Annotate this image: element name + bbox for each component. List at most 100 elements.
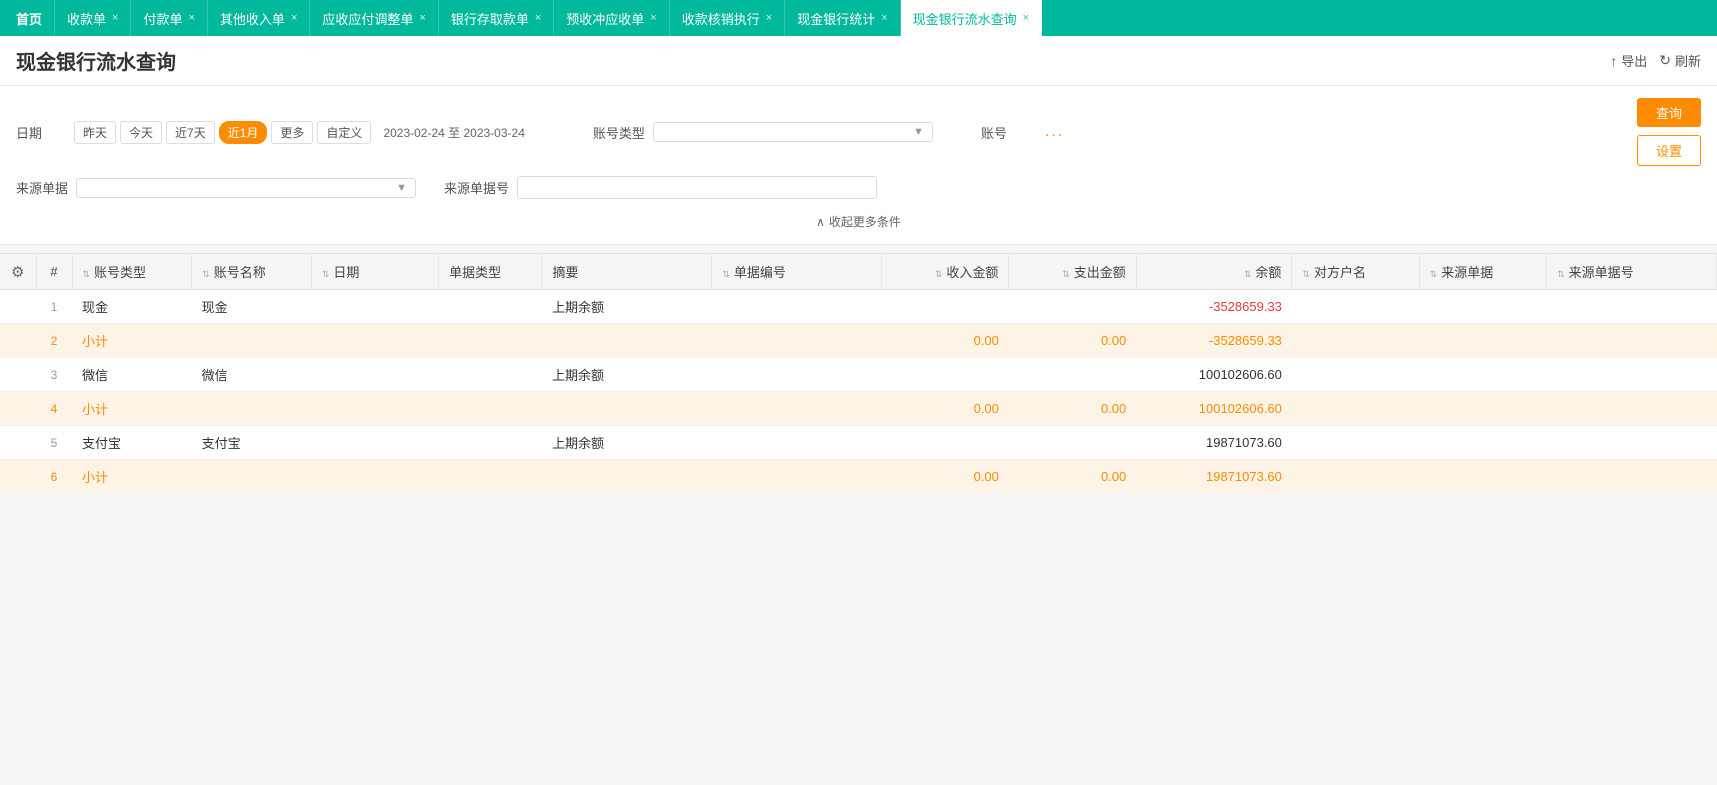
payment-tab-close[interactable]: × — [188, 12, 194, 24]
refresh-button[interactable]: ↻ 刷新 — [1659, 51, 1701, 70]
sort-icon-counterparty: ⇅ — [1302, 269, 1310, 279]
sort-icon-income: ⇅ — [935, 269, 943, 279]
nav-tab-ar-ap-adjust[interactable]: 应收应付调整单 × — [310, 0, 438, 36]
row-gear-cell — [0, 290, 36, 324]
date-options: 昨天 今天 近7天 近1月 更多 自定义 — [74, 121, 371, 144]
source-doc-no-input[interactable] — [517, 176, 877, 199]
row-counterparty — [1292, 460, 1419, 494]
nav-tab-other-income[interactable]: 其他收入单 × — [208, 0, 310, 36]
nav-tab-cash-stats[interactable]: 现金银行统计 × — [785, 0, 900, 36]
row-account-name — [192, 324, 312, 358]
row-expense — [1009, 290, 1136, 324]
th-gear[interactable]: ⚙ — [0, 254, 36, 290]
row-balance: -3528659.33 — [1136, 324, 1292, 358]
row-account-name: 微信 — [192, 358, 312, 392]
th-source-doc-no[interactable]: ⇅来源单据号 — [1547, 254, 1717, 290]
nav-tab-cashflow-query[interactable]: 现金银行流水查询 × — [901, 0, 1042, 36]
date-yesterday-btn[interactable]: 昨天 — [74, 121, 116, 144]
export-button[interactable]: ↑ 导出 — [1610, 51, 1647, 70]
row-source-doc-no — [1547, 460, 1717, 494]
sort-icon-expense: ⇅ — [1062, 269, 1070, 279]
table-row: 5 支付宝 支付宝 上期余额 19871073.60 — [0, 426, 1717, 460]
sort-icon-doc-no: ⇅ — [722, 269, 730, 279]
row-income: 0.00 — [882, 392, 1009, 426]
row-counterparty — [1292, 426, 1419, 460]
row-account-name — [192, 392, 312, 426]
row-doc-no — [712, 426, 882, 460]
row-counterparty — [1292, 392, 1419, 426]
cash-stats-tab-label: 现金银行统计 — [797, 9, 875, 28]
date-near1m-btn[interactable]: 近1月 — [219, 121, 268, 144]
row-account-name: 现金 — [192, 290, 312, 324]
row-doc-type — [439, 358, 542, 392]
bank-deposit-tab-close[interactable]: × — [535, 12, 541, 24]
payment-tab-label: 付款单 — [143, 9, 182, 28]
cashflow-query-tab-close[interactable]: × — [1023, 12, 1029, 24]
collapse-label: 收起更多条件 — [829, 213, 901, 230]
nav-tab-home[interactable]: 首页 — [4, 0, 55, 36]
date-near7-btn[interactable]: 近7天 — [166, 121, 215, 144]
th-expense[interactable]: ⇅支出金额 — [1009, 254, 1136, 290]
bank-deposit-tab-label: 银行存取款单 — [451, 9, 529, 28]
settings-button[interactable]: 设置 — [1637, 135, 1701, 166]
row-summary — [542, 324, 712, 358]
th-summary: 摘要 — [542, 254, 712, 290]
row-summary: 上期余额 — [542, 426, 712, 460]
account-type-select[interactable]: ▼ — [653, 122, 933, 142]
row-source-doc — [1419, 358, 1546, 392]
collapse-bar[interactable]: ∧ 收起更多条件 — [16, 209, 1701, 232]
date-more-btn[interactable]: 更多 — [271, 121, 313, 144]
refresh-label: 刷新 — [1675, 51, 1701, 70]
row-expense — [1009, 426, 1136, 460]
row-num: 5 — [36, 426, 72, 460]
row-income: 0.00 — [882, 324, 1009, 358]
row-source-doc-no — [1547, 324, 1717, 358]
nav-tab-payment[interactable]: 付款单 × — [131, 0, 207, 36]
cash-stats-tab-close[interactable]: × — [881, 12, 887, 24]
other-income-tab-close[interactable]: × — [291, 12, 297, 24]
account-no-dots[interactable]: ... — [1045, 123, 1064, 141]
nav-tab-prepay[interactable]: 预收冲应收单 × — [554, 0, 669, 36]
th-balance[interactable]: ⇅余额 — [1136, 254, 1292, 290]
th-account-type[interactable]: ⇅账号类型 — [72, 254, 192, 290]
row-num: 3 — [36, 358, 72, 392]
th-num: # — [36, 254, 72, 290]
other-income-tab-label: 其他收入单 — [220, 9, 285, 28]
date-today-btn[interactable]: 今天 — [120, 121, 162, 144]
row-balance: -3528659.33 — [1136, 290, 1292, 324]
row-counterparty — [1292, 290, 1419, 324]
ar-ap-adjust-tab-close[interactable]: × — [419, 12, 425, 24]
writeoff-tab-close[interactable]: × — [766, 12, 772, 24]
account-type-label: 账号类型 — [593, 123, 645, 142]
th-income[interactable]: ⇅收入金额 — [882, 254, 1009, 290]
source-doc-select[interactable]: ▼ — [76, 178, 416, 198]
row-source-doc — [1419, 392, 1546, 426]
export-label: 导出 — [1621, 51, 1647, 70]
account-no-label: 账号 — [981, 123, 1031, 142]
row-doc-type — [439, 426, 542, 460]
th-source-doc[interactable]: ⇅来源单据 — [1419, 254, 1546, 290]
nav-tab-writeoff[interactable]: 收款核销执行 × — [670, 0, 785, 36]
prepay-tab-close[interactable]: × — [650, 12, 656, 24]
row-balance: 19871073.60 — [1136, 460, 1292, 494]
cashflow-table: ⚙ # ⇅账号类型 ⇅账号名称 ⇅日期 单据类型 摘要 ⇅单据编号 ⇅收 — [0, 253, 1717, 494]
th-account-name[interactable]: ⇅账号名称 — [192, 254, 312, 290]
row-doc-no — [712, 324, 882, 358]
th-doc-no[interactable]: ⇅单据编号 — [712, 254, 882, 290]
table-settings-icon[interactable]: ⚙ — [11, 264, 24, 281]
th-counterparty[interactable]: ⇅对方户名 — [1292, 254, 1419, 290]
nav-tab-receipt[interactable]: 收款单 × — [55, 0, 131, 36]
row-doc-no — [712, 358, 882, 392]
th-date[interactable]: ⇅日期 — [311, 254, 438, 290]
row-account-type: 小计 — [72, 324, 192, 358]
date-custom-btn[interactable]: 自定义 — [317, 121, 371, 144]
sort-icon-date: ⇅ — [322, 269, 330, 279]
query-button[interactable]: 查询 — [1637, 98, 1701, 127]
row-counterparty — [1292, 324, 1419, 358]
nav-tab-bank-deposit[interactable]: 银行存取款单 × — [439, 0, 554, 36]
row-doc-no — [712, 392, 882, 426]
date-filter-label: 日期 — [16, 123, 66, 142]
row-date — [311, 290, 438, 324]
row-balance: 100102606.60 — [1136, 358, 1292, 392]
receipt-tab-close[interactable]: × — [112, 12, 118, 24]
